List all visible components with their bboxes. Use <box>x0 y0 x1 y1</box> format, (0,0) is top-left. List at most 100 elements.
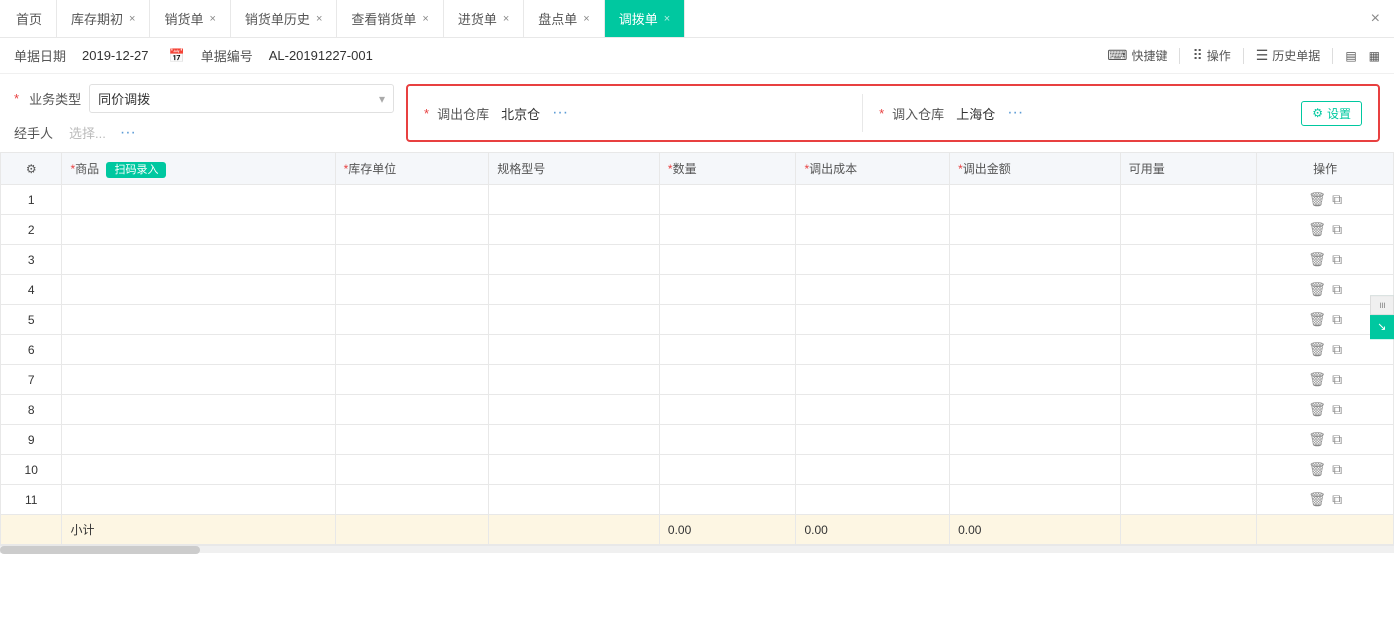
cell-amount-10[interactable] <box>950 455 1121 485</box>
cell-avail-11[interactable] <box>1120 485 1257 515</box>
copy-icon-6[interactable]: ⧉ <box>1332 341 1342 358</box>
cell-qty-7[interactable] <box>659 365 796 395</box>
delete-icon-1[interactable]: 🗑 <box>1308 191 1326 208</box>
cell-cost-11[interactable] <box>796 485 950 515</box>
cell-qty-8[interactable] <box>659 395 796 425</box>
cell-amount-7[interactable] <box>950 365 1121 395</box>
tab-inventory-init[interactable]: 库存期初 × <box>57 0 150 37</box>
copy-icon-11[interactable]: ⧉ <box>1332 491 1342 508</box>
delete-icon-11[interactable]: 🗑 <box>1308 491 1326 508</box>
tab-purchase[interactable]: 进货单 × <box>444 0 524 37</box>
side-export-button[interactable]: ↗ <box>1370 316 1394 339</box>
layout-button-2[interactable]: ▦ <box>1369 49 1380 63</box>
biz-type-select[interactable]: 同价调拨 ▾ <box>89 84 394 113</box>
cell-avail-10[interactable] <box>1120 455 1257 485</box>
in-warehouse-value[interactable]: 上海仓 <box>956 104 995 123</box>
layout-button-1[interactable]: ▤ <box>1345 49 1356 63</box>
cell-product-2[interactable] <box>62 215 335 245</box>
cell-qty-6[interactable] <box>659 335 796 365</box>
cell-cost-10[interactable] <box>796 455 950 485</box>
settings-button[interactable]: ⚙ 设置 <box>1301 101 1362 126</box>
cell-avail-4[interactable] <box>1120 275 1257 305</box>
copy-icon-10[interactable]: ⧉ <box>1332 461 1342 478</box>
cell-cost-5[interactable] <box>796 305 950 335</box>
cell-amount-1[interactable] <box>950 185 1121 215</box>
cell-avail-7[interactable] <box>1120 365 1257 395</box>
tab-close-transfer[interactable]: × <box>664 13 670 25</box>
cell-cost-4[interactable] <box>796 275 950 305</box>
cell-amount-11[interactable] <box>950 485 1121 515</box>
cell-unit-9[interactable] <box>335 425 489 455</box>
horizontal-scrollbar[interactable] <box>0 545 1394 553</box>
shortcut-button[interactable]: ⌨ 快捷键 <box>1107 47 1167 64</box>
tab-view-sales[interactable]: 查看销货单 × <box>337 0 443 37</box>
cell-unit-4[interactable] <box>335 275 489 305</box>
delete-icon-8[interactable]: 🗑 <box>1308 401 1326 418</box>
tab-close-stocktake[interactable]: × <box>583 13 589 25</box>
cell-product-3[interactable] <box>62 245 335 275</box>
copy-icon-1[interactable]: ⧉ <box>1332 191 1342 208</box>
delete-icon-9[interactable]: 🗑 <box>1308 431 1326 448</box>
cell-amount-5[interactable] <box>950 305 1121 335</box>
cell-amount-2[interactable] <box>950 215 1121 245</box>
cell-cost-6[interactable] <box>796 335 950 365</box>
cell-product-10[interactable] <box>62 455 335 485</box>
cell-product-4[interactable] <box>62 275 335 305</box>
person-more-icon[interactable]: ··· <box>120 124 136 142</box>
cell-unit-3[interactable] <box>335 245 489 275</box>
copy-icon-9[interactable]: ⧉ <box>1332 431 1342 448</box>
tab-close-view-sales[interactable]: × <box>422 13 428 25</box>
cell-unit-11[interactable] <box>335 485 489 515</box>
tab-close-sales-history[interactable]: × <box>316 13 322 25</box>
copy-icon-8[interactable]: ⧉ <box>1332 401 1342 418</box>
cell-spec-4[interactable] <box>489 275 660 305</box>
tab-close-sales-order[interactable]: × <box>209 13 215 25</box>
delete-icon-10[interactable]: 🗑 <box>1308 461 1326 478</box>
cell-amount-6[interactable] <box>950 335 1121 365</box>
cell-cost-3[interactable] <box>796 245 950 275</box>
tab-sales-history[interactable]: 销货单历史 × <box>231 0 337 37</box>
cell-product-9[interactable] <box>62 425 335 455</box>
cell-spec-2[interactable] <box>489 215 660 245</box>
cell-cost-9[interactable] <box>796 425 950 455</box>
cell-cost-8[interactable] <box>796 395 950 425</box>
cell-amount-3[interactable] <box>950 245 1121 275</box>
copy-icon-5[interactable]: ⧉ <box>1332 311 1342 328</box>
cell-amount-8[interactable] <box>950 395 1121 425</box>
cell-spec-5[interactable] <box>489 305 660 335</box>
cell-spec-1[interactable] <box>489 185 660 215</box>
cell-cost-1[interactable] <box>796 185 950 215</box>
cell-spec-3[interactable] <box>489 245 660 275</box>
copy-icon-7[interactable]: ⧉ <box>1332 371 1342 388</box>
cell-cost-2[interactable] <box>796 215 950 245</box>
cell-qty-10[interactable] <box>659 455 796 485</box>
scan-button[interactable]: 扫码录入 <box>106 162 166 178</box>
copy-icon-4[interactable]: ⧉ <box>1332 281 1342 298</box>
cell-spec-9[interactable] <box>489 425 660 455</box>
cell-qty-1[interactable] <box>659 185 796 215</box>
cell-qty-5[interactable] <box>659 305 796 335</box>
cell-qty-11[interactable] <box>659 485 796 515</box>
cell-avail-6[interactable] <box>1120 335 1257 365</box>
tab-transfer[interactable]: 调拨单 × <box>605 0 685 37</box>
cell-unit-2[interactable] <box>335 215 489 245</box>
cell-product-7[interactable] <box>62 365 335 395</box>
in-warehouse-more-icon[interactable]: ··· <box>1007 104 1023 122</box>
th-gear[interactable]: ⚙ <box>1 153 62 185</box>
calendar-icon[interactable]: 📅 <box>169 48 185 64</box>
scroll-thumb[interactable] <box>0 546 200 554</box>
cell-product-8[interactable] <box>62 395 335 425</box>
delete-icon-3[interactable]: 🗑 <box>1308 251 1326 268</box>
cell-spec-7[interactable] <box>489 365 660 395</box>
delete-icon-4[interactable]: 🗑 <box>1308 281 1326 298</box>
cell-product-5[interactable] <box>62 305 335 335</box>
cell-qty-3[interactable] <box>659 245 796 275</box>
cell-qty-4[interactable] <box>659 275 796 305</box>
close-window-button[interactable]: × <box>1357 10 1394 28</box>
tab-close-inventory-init[interactable]: × <box>129 13 135 25</box>
tab-stocktake[interactable]: 盘点单 × <box>524 0 604 37</box>
cell-unit-8[interactable] <box>335 395 489 425</box>
cell-avail-8[interactable] <box>1120 395 1257 425</box>
cell-spec-11[interactable] <box>489 485 660 515</box>
side-list-button[interactable]: ≡ <box>1370 295 1394 315</box>
